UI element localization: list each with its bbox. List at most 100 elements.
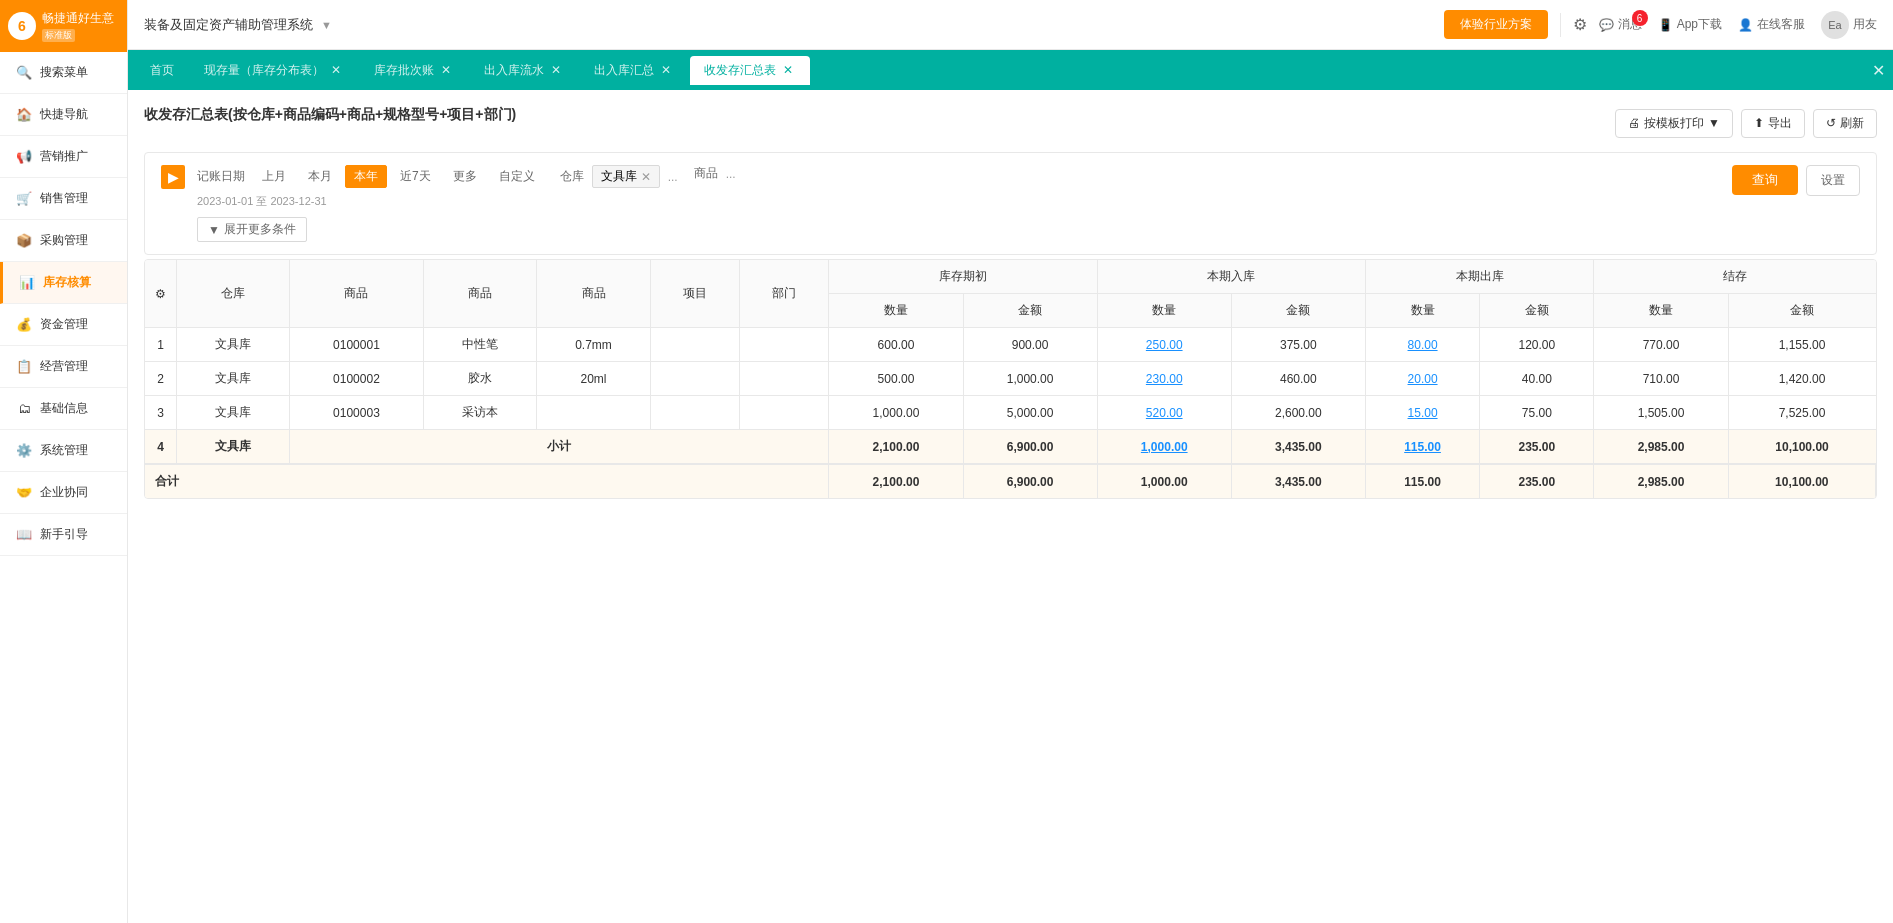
online-service-action[interactable]: 👤 在线客服 (1738, 16, 1805, 33)
subtotal-in-qty[interactable]: 1,000.00 (1097, 430, 1231, 465)
date-tag-this-year[interactable]: 本年 (345, 165, 387, 188)
tab-close-batch[interactable]: ✕ (438, 62, 454, 78)
filter-actions: 查询 设置 (1732, 165, 1860, 196)
sidebar-item-quick-nav[interactable]: 🏠 快捷导航 (0, 94, 127, 136)
date-tag-7days[interactable]: 近7天 (391, 165, 440, 188)
sidebar-item-operation[interactable]: 📋 经营管理 (0, 346, 127, 388)
print-btn[interactable]: 🖨 按模板打印 ▼ (1615, 109, 1733, 138)
product-more-btn[interactable]: ... (726, 167, 736, 181)
expand-more-row: ▼ 展开更多条件 (197, 217, 1860, 242)
sidebar-item-label: 采购管理 (40, 232, 88, 249)
cell-in-qty[interactable]: 250.00 (1097, 328, 1231, 362)
tab-batch[interactable]: 库存批次账 ✕ (360, 56, 468, 85)
warehouse-tag-close[interactable]: ✕ (641, 170, 651, 184)
sidebar-item-basic[interactable]: 🗂 基础信息 (0, 388, 127, 430)
th-open-qty: 数量 (829, 294, 963, 328)
warehouse-filter: 仓库 文具库 ✕ ... (560, 165, 678, 188)
expand-more-btn[interactable]: ▼ 展开更多条件 (197, 217, 307, 242)
gear-icon[interactable]: ⚙ (1573, 15, 1587, 34)
sidebar-item-search[interactable]: 🔍 搜索菜单 (0, 52, 127, 94)
message-action[interactable]: 💬 消息 6 (1599, 16, 1642, 33)
cell-out-qty[interactable]: 80.00 (1365, 328, 1479, 362)
cell-product-code: 0100002 (289, 362, 423, 396)
tab-close-summary[interactable]: ✕ (658, 62, 674, 78)
export-btn[interactable]: ⬆ 导出 (1741, 109, 1805, 138)
marketing-icon: 📢 (16, 149, 32, 165)
cell-product-code: 0100003 (289, 396, 423, 430)
sidebar-item-label: 系统管理 (40, 442, 88, 459)
sidebar-item-finance[interactable]: 💰 资金管理 (0, 304, 127, 346)
user-action[interactable]: Ea 用友 (1821, 11, 1877, 39)
subtotal-index: 4 (145, 430, 177, 465)
experience-btn[interactable]: 体验行业方案 (1444, 10, 1548, 39)
product-filter: 商品 ... (694, 165, 736, 182)
header-right-actions: 🖨 按模板打印 ▼ ⬆ 导出 ↺ 刷新 (1615, 109, 1877, 138)
sidebar-item-guide[interactable]: 📖 新手引导 (0, 514, 127, 556)
cell-in-qty[interactable]: 230.00 (1097, 362, 1231, 396)
refresh-btn[interactable]: ↺ 刷新 (1813, 109, 1877, 138)
th-close-amt: 金额 (1728, 294, 1875, 328)
warehouse-more-btn[interactable]: ... (668, 170, 678, 184)
sidebar-item-inventory[interactable]: 📊 库存核算 (0, 262, 127, 304)
export-btn-label: 导出 (1768, 115, 1792, 132)
cell-in-amt: 2,600.00 (1231, 396, 1365, 430)
sidebar-item-marketing[interactable]: 📢 营销推广 (0, 136, 127, 178)
total-close-amt: 10,100.00 (1728, 464, 1875, 498)
guide-icon: 📖 (16, 527, 32, 543)
logo-icon: 6 (8, 12, 36, 40)
th-dept: 部门 (740, 260, 829, 328)
cell-out-qty[interactable]: 20.00 (1365, 362, 1479, 396)
tab-stock-dist[interactable]: 现存量（库存分布表） ✕ (190, 56, 358, 85)
tab-home[interactable]: 首页 (136, 56, 188, 85)
date-tag-more[interactable]: 更多 (444, 165, 486, 188)
system-title: 装备及固定资产辅助管理系统 (144, 16, 313, 34)
warehouse-label: 仓库 (560, 168, 584, 185)
app-download-action[interactable]: 📱 App下载 (1658, 16, 1722, 33)
arrow-icon: ▶ (168, 169, 179, 185)
sidebar-item-system[interactable]: ⚙️ 系统管理 (0, 430, 127, 472)
tab-close-flow[interactable]: ✕ (548, 62, 564, 78)
cell-warehouse: 文具库 (177, 328, 290, 362)
total-out-qty: 115.00 (1365, 464, 1479, 498)
tab-receive-summary[interactable]: 收发存汇总表 ✕ (690, 56, 810, 85)
cell-close-amt: 1,155.00 (1728, 328, 1875, 362)
cell-close-qty: 1,505.00 (1594, 396, 1728, 430)
query-btn[interactable]: 查询 (1732, 165, 1798, 195)
cell-warehouse: 文具库 (177, 396, 290, 430)
data-table: ⚙ 仓库 商品 商品 商品 项目 部门 库存期初 本期入库 本期出库 结存 (145, 260, 1876, 498)
cell-open-qty: 1,000.00 (829, 396, 963, 430)
sidebar-item-label: 经营管理 (40, 358, 88, 375)
table-row: 3 文具库 0100003 采访本 1,000.00 5,000.00 520.… (145, 396, 1876, 430)
subtotal-warehouse: 文具库 (177, 430, 290, 465)
tab-home-label: 首页 (150, 62, 174, 79)
tab-summary[interactable]: 出入库汇总 ✕ (580, 56, 688, 85)
cell-dept (740, 328, 829, 362)
sidebar-item-purchase[interactable]: 📦 采购管理 (0, 220, 127, 262)
date-tag-custom[interactable]: 自定义 (490, 165, 544, 188)
th-warehouse: 仓库 (177, 260, 290, 328)
close-all-tabs[interactable]: ✕ (1872, 61, 1885, 80)
tab-close-stock-dist[interactable]: ✕ (328, 62, 344, 78)
main-content: 装备及固定资产辅助管理系统 ▼ 体验行业方案 ⚙ 💬 消息 6 📱 App下载 … (128, 0, 1893, 923)
th-settings[interactable]: ⚙ (145, 260, 177, 328)
system-icon: ⚙️ (16, 443, 32, 459)
sidebar-item-sales[interactable]: 🛒 销售管理 (0, 178, 127, 220)
cell-out-qty[interactable]: 15.00 (1365, 396, 1479, 430)
settings-btn[interactable]: 设置 (1806, 165, 1860, 196)
cell-project (651, 362, 740, 396)
date-tag-last-month[interactable]: 上月 (253, 165, 295, 188)
date-filter-row: 记账日期 上月 本月 本年 近7天 更多 自定义 (197, 165, 544, 188)
total-label: 合计 (145, 464, 829, 498)
cell-dept (740, 362, 829, 396)
tab-flow[interactable]: 出入库流水 ✕ (470, 56, 578, 85)
cell-in-qty[interactable]: 520.00 (1097, 396, 1231, 430)
filter-expand-arrow[interactable]: ▶ (161, 165, 185, 189)
tab-close-receive-summary[interactable]: ✕ (780, 62, 796, 78)
subtotal-out-qty[interactable]: 115.00 (1365, 430, 1479, 465)
sidebar-item-corp[interactable]: 🤝 企业协同 (0, 472, 127, 514)
date-tag-this-month[interactable]: 本月 (299, 165, 341, 188)
th-out-amt: 金额 (1480, 294, 1594, 328)
refresh-btn-label: 刷新 (1840, 115, 1864, 132)
table-settings-icon[interactable]: ⚙ (155, 287, 166, 301)
table-row: 1 文具库 0100001 中性笔 0.7mm 600.00 900.00 25… (145, 328, 1876, 362)
